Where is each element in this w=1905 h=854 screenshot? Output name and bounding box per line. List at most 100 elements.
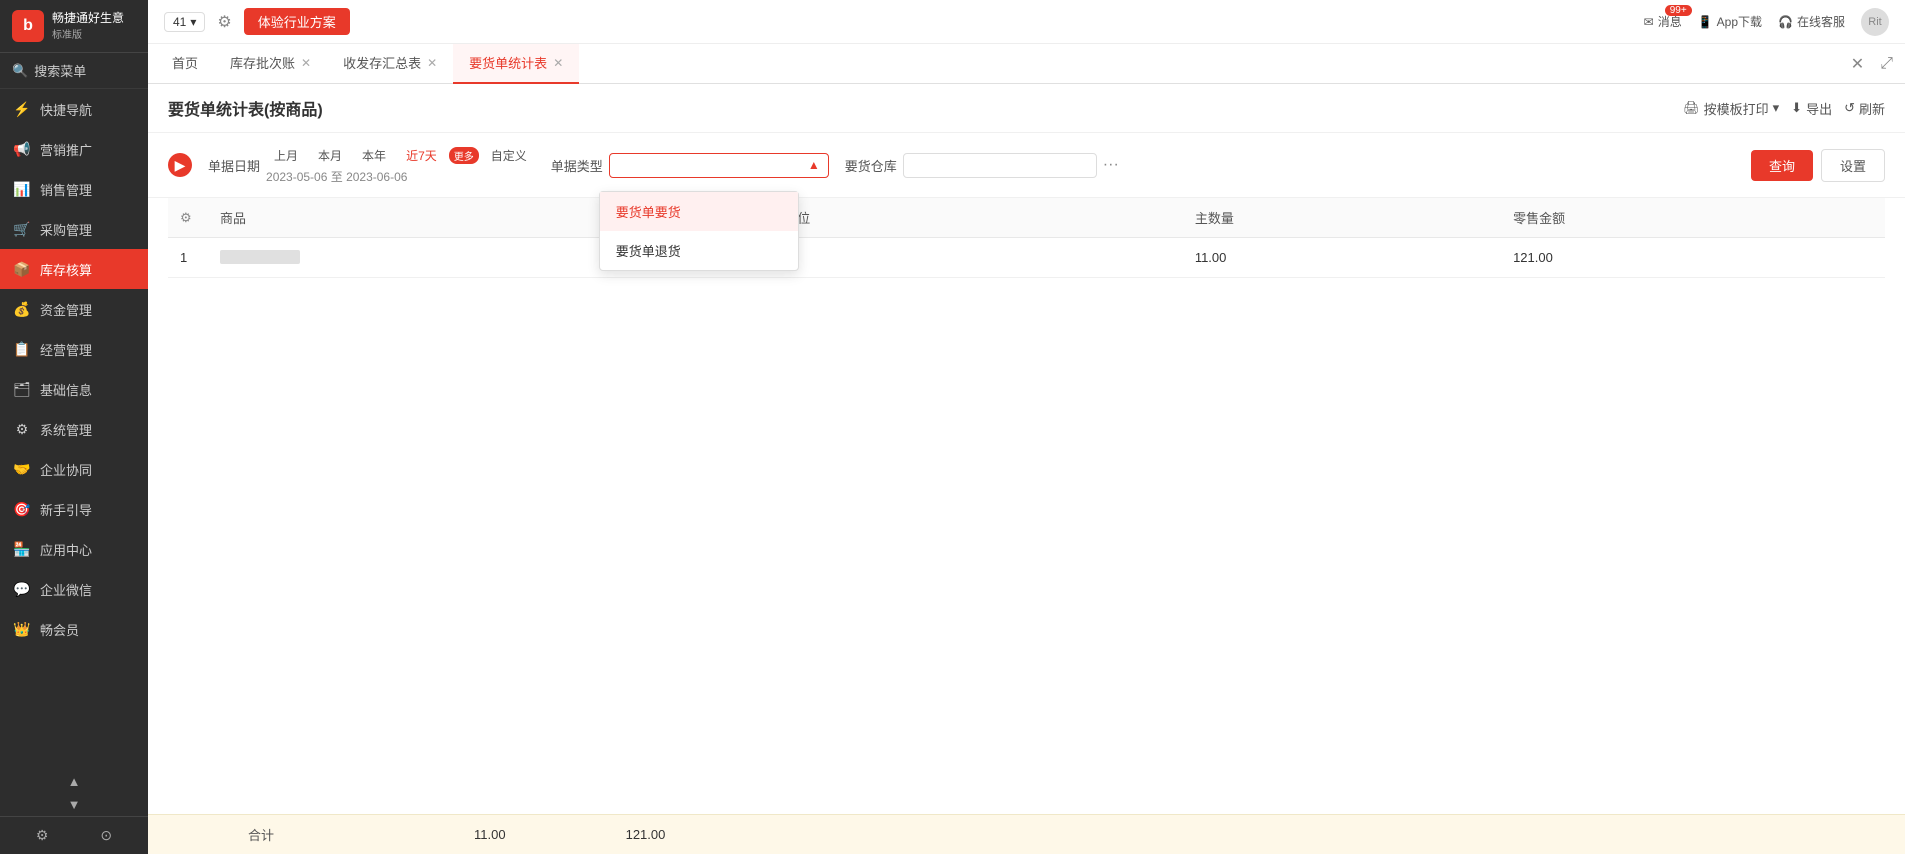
col-quantity-header: 主数量 — [1183, 198, 1501, 238]
sidebar-item-label: 库存核算 — [40, 260, 92, 279]
refresh-icon: ↺ — [1844, 100, 1855, 116]
sidebar-item-sales[interactable]: 📊 销售管理 — [0, 169, 148, 209]
appstore-icon: 🏪 — [12, 539, 32, 559]
filter-expand-btn[interactable]: ▶ — [168, 153, 192, 177]
topbar: 41 ▾ ⚙ 体验行业方案 ✉ 消息 99+ 📱 App下载 🎧 在线客服 Ri… — [148, 0, 1905, 44]
sidebar-item-system[interactable]: ⚙ 系统管理 — [0, 409, 148, 449]
app-download-btn[interactable]: 📱 App下载 — [1698, 13, 1762, 30]
sidebar-collapse-btn[interactable]: ⊙ — [100, 827, 112, 844]
app-version: 标准版 — [52, 26, 124, 41]
refresh-btn[interactable]: ↺ 刷新 — [1844, 99, 1885, 118]
type-filter-label: 单据类型 — [551, 156, 603, 175]
content: 要货单统计表(按商品) 🖨 按模板打印 ▾ ⬇ 导出 ↺ 刷新 ▶ — [148, 84, 1905, 854]
sidebar-item-inventory[interactable]: 📦 库存核算 — [0, 249, 148, 289]
marketing-icon: 📢 — [12, 139, 32, 159]
sidebar-scroll-up[interactable]: ▲ — [0, 770, 148, 793]
table-body: 1 块 11.00 121.00 — [168, 238, 1885, 278]
tabs-actions: ✕ ⤢ — [1847, 52, 1897, 76]
print-btn[interactable]: 🖨 按模板打印 ▾ — [1683, 99, 1779, 118]
filter-bar: ▶ 单据日期 上月 本月 本年 近7天 更多 自定义 2023-05-06 至 … — [148, 133, 1905, 198]
sidebar-nav: ⚡ 快捷导航 📢 营销推广 📊 销售管理 🛒 采购管理 📦 库存核算 💰 资金管… — [0, 89, 148, 770]
sidebar-item-operations[interactable]: 📋 经营管理 — [0, 329, 148, 369]
headset-icon: 🎧 — [1778, 15, 1793, 29]
settings-btn[interactable]: 设置 — [1821, 149, 1885, 182]
tab-receivable-summary[interactable]: 收发存汇总表 ✕ — [327, 44, 453, 84]
basic-icon: 🗂 — [12, 379, 32, 399]
sidebar-item-marketing[interactable]: 📢 营销推广 — [0, 129, 148, 169]
sidebar-item-wechat[interactable]: 💬 企业微信 — [0, 569, 148, 609]
sidebar: b 畅捷通好生意 标准版 🔍 搜索菜单 ⚡ 快捷导航 📢 营销推广 📊 销售管理… — [0, 0, 148, 854]
sidebar-item-label: 快捷导航 — [40, 100, 92, 119]
tab-close-icon[interactable]: ✕ — [553, 56, 563, 70]
page-header: 要货单统计表(按商品) 🖨 按模板打印 ▾ ⬇ 导出 ↺ 刷新 — [148, 84, 1905, 133]
last-month-btn[interactable]: 上月 — [266, 145, 306, 166]
sidebar-item-label: 采购管理 — [40, 220, 92, 239]
sidebar-item-label: 基础信息 — [40, 380, 92, 399]
this-year-btn[interactable]: 本年 — [354, 145, 394, 166]
sidebar-item-label: 应用中心 — [40, 540, 92, 559]
query-btn[interactable]: 查询 — [1751, 150, 1813, 181]
tab-request-stats[interactable]: 要货单统计表 ✕ — [453, 44, 579, 84]
sidebar-item-label: 企业协同 — [40, 460, 92, 479]
sidebar-item-finance[interactable]: 💰 资金管理 — [0, 289, 148, 329]
member-icon: 👑 — [12, 619, 32, 639]
tab-inventory-batch[interactable]: 库存批次账 ✕ — [214, 44, 327, 84]
table-head: ⚙ 商品 主计量单位 主数量 零售金额 — [168, 198, 1885, 238]
tab-close-icon[interactable]: ✕ — [427, 56, 437, 70]
service-btn[interactable]: 🎧 在线客服 — [1778, 13, 1845, 30]
column-settings-icon[interactable]: ⚙ — [180, 210, 192, 225]
warehouse-input[interactable] — [903, 153, 1097, 178]
purchase-icon: 🛒 — [12, 219, 32, 239]
company-selector[interactable]: 41 ▾ — [164, 12, 205, 32]
sidebar-item-guide[interactable]: 🎯 新手引导 — [0, 489, 148, 529]
more-dates-badge[interactable]: 更多 — [449, 147, 479, 164]
sidebar-search[interactable]: 🔍 搜索菜单 — [0, 53, 148, 89]
avatar-text: Rit — [1868, 16, 1881, 28]
system-icon: ⚙ — [12, 419, 32, 439]
messages-btn[interactable]: ✉ 消息 99+ — [1644, 13, 1682, 30]
row-unit: 块 — [733, 238, 1183, 278]
sales-icon: 📊 — [12, 179, 32, 199]
tab-expand-btn[interactable]: ⤢ — [1876, 53, 1897, 75]
this-month-btn[interactable]: 本月 — [310, 145, 350, 166]
tab-home[interactable]: 首页 — [156, 44, 214, 84]
date-filter-label: 单据日期 — [208, 156, 260, 175]
sidebar-scroll-down[interactable]: ▼ — [0, 793, 148, 816]
sidebar-item-member[interactable]: 👑 畅会员 — [0, 609, 148, 649]
type-selector[interactable]: ▲ — [609, 153, 829, 178]
row-quantity: 11.00 — [1183, 238, 1501, 278]
tab-close-all-btn[interactable]: ✕ — [1847, 52, 1868, 76]
print-icon: 🖨 — [1683, 100, 1700, 116]
sidebar-item-label: 资金管理 — [40, 300, 92, 319]
last-7days-btn[interactable]: 近7天 — [398, 145, 445, 166]
user-avatar[interactable]: Rit — [1861, 8, 1889, 36]
tab-label: 要货单统计表 — [469, 53, 547, 72]
export-btn[interactable]: ⬇ 导出 — [1791, 99, 1832, 118]
quick-nav-icon: ⚡ — [12, 99, 32, 119]
sidebar-item-enterprise[interactable]: 🤝 企业协同 — [0, 449, 148, 489]
dropdown-item-return[interactable]: 要货单退货 — [600, 231, 798, 270]
page-title: 要货单统计表(按商品) — [168, 96, 323, 132]
topbar-settings-icon[interactable]: ⚙ — [213, 8, 235, 36]
tabs-bar: 首页 库存批次账 ✕ 收发存汇总表 ✕ 要货单统计表 ✕ ✕ ⤢ — [148, 44, 1905, 84]
date-range-display: 2023-05-06 至 2023-06-06 — [266, 168, 535, 185]
export-label: 导出 — [1806, 99, 1832, 118]
sidebar-settings-btn[interactable]: ⚙ — [36, 827, 49, 844]
tab-close-icon[interactable]: ✕ — [301, 56, 311, 70]
col-settings-header: ⚙ — [168, 198, 208, 238]
sidebar-item-purchase[interactable]: 🛒 采购管理 — [0, 209, 148, 249]
type-input[interactable] — [618, 158, 808, 173]
custom-date-btn[interactable]: 自定义 — [483, 145, 535, 166]
sidebar-search-label: 搜索菜单 — [34, 61, 86, 80]
filter-more-btn[interactable]: ··· — [1103, 156, 1119, 174]
type-dropdown: 要货单要货 要货单退货 — [599, 191, 799, 271]
dropdown-item-order[interactable]: 要货单要货 — [600, 192, 798, 231]
type-dropdown-arrow[interactable]: ▲ — [808, 158, 820, 172]
sidebar-item-basic[interactable]: 🗂 基础信息 — [0, 369, 148, 409]
topbar-left: 41 ▾ ⚙ 体验行业方案 — [164, 8, 1644, 36]
service-label: 在线客服 — [1797, 13, 1845, 30]
sidebar-item-quick-nav[interactable]: ⚡ 快捷导航 — [0, 89, 148, 129]
sidebar-item-appstore[interactable]: 🏪 应用中心 — [0, 529, 148, 569]
trial-btn[interactable]: 体验行业方案 — [244, 8, 350, 35]
company-number: 41 — [173, 15, 186, 29]
